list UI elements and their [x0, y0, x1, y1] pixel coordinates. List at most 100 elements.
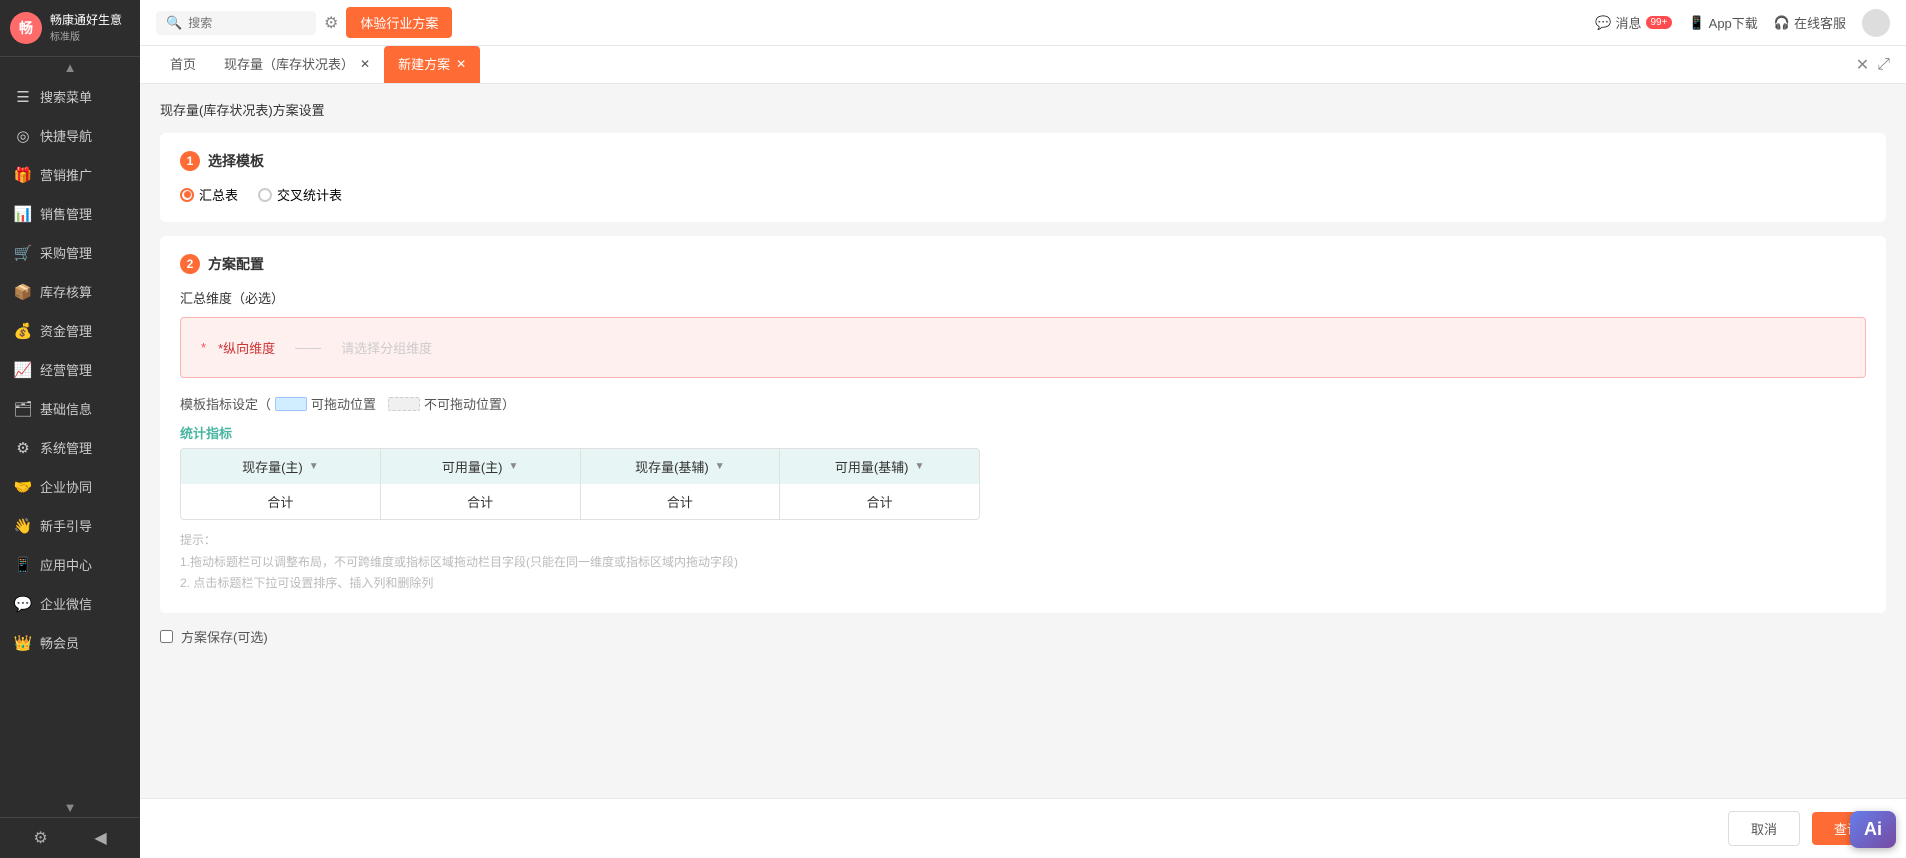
message-btn[interactable]: 💬 消息 99+	[1595, 13, 1672, 32]
message-icon: 💬	[1595, 15, 1611, 31]
member-icon: 👑	[14, 634, 32, 652]
dimension-separator: ——	[295, 340, 321, 355]
ai-badge[interactable]: Ai	[1850, 811, 1896, 848]
topbar-settings-icon[interactable]: ⚙	[324, 13, 338, 33]
step1-text: 选择模板	[208, 151, 264, 171]
dimension-required-area[interactable]: * *纵向维度 —— 请选择分组维度	[180, 317, 1866, 378]
cancel-button[interactable]: 取消	[1728, 811, 1800, 846]
col-arrow-1[interactable]: ▼	[509, 461, 519, 472]
finance-icon: 💰	[14, 322, 32, 340]
radio-cross-circle	[258, 188, 272, 202]
col-body-0: 合计	[181, 484, 381, 519]
col-body-1: 合计	[381, 484, 581, 519]
radio-summary-circle	[180, 188, 194, 202]
tip-item-1: 2. 点击标题栏下拉可设置排序、插入列和删除列	[180, 573, 1866, 595]
tab-inventory-label: 现存量（库存状况表）	[224, 54, 354, 73]
online-service-btn[interactable]: 🎧 在线客服	[1774, 13, 1846, 32]
step1-label: 1 选择模板	[180, 151, 264, 171]
sidebar-nav: ☰ 搜索菜单 ◎ 快捷导航 🎁 营销推广 📊 销售管理 🛒 采购管理 📦 库存核…	[0, 77, 140, 797]
sidebar-scroll-up[interactable]: ▲	[0, 57, 140, 77]
basic-info-icon: 🗂	[14, 400, 32, 418]
tab-inventory[interactable]: 现存量（库存状况表） ✕	[210, 46, 384, 83]
marketing-icon: 🎁	[14, 166, 32, 184]
message-label: 消息	[1615, 13, 1641, 32]
draggable-indicator	[275, 397, 307, 411]
sidebar-item-label: 应用中心	[40, 555, 92, 574]
search-icon: 🔍	[166, 15, 182, 31]
tip-item-0: 1.拖动标题栏可以调整布局，不可跨维度或指标区域拖动栏目字段(只能在同一维度或指…	[180, 552, 1866, 574]
tab-new-plan-close[interactable]: ✕	[456, 57, 466, 71]
stats-table-header: 现存量(主) ▼ 可用量(主) ▼ 现存量(基辅) ▼ 可用量(基辅)	[181, 449, 979, 484]
sidebar-item-inventory[interactable]: 📦 库存核算	[0, 272, 140, 311]
fixed-label: 不可拖动位置）	[424, 394, 515, 413]
tab-inventory-close[interactable]: ✕	[360, 57, 370, 71]
topbar: 🔍 ⚙ 体验行业方案 💬 消息 99+ 📱 App下载 🎧 在线客服	[140, 0, 1906, 46]
sidebar-item-quick-nav[interactable]: ◎ 快捷导航	[0, 116, 140, 155]
content: 现存量(库存状况表)方案设置 1 选择模板 汇总表 交叉统计表 2	[140, 84, 1906, 798]
sidebar-item-purchase[interactable]: 🛒 采购管理	[0, 233, 140, 272]
topbar-right: 💬 消息 99+ 📱 App下载 🎧 在线客服	[1595, 9, 1890, 37]
sidebar-item-marketing[interactable]: 🎁 营销推广	[0, 155, 140, 194]
radio-cross[interactable]: 交叉统计表	[258, 185, 342, 204]
step2-label: 2 方案配置	[180, 254, 264, 274]
col-arrow-2[interactable]: ▼	[715, 461, 725, 472]
tips-title: 提示：	[180, 533, 216, 547]
col-arrow-3[interactable]: ▼	[915, 461, 925, 472]
tabs-right: ✕ ⤢	[1856, 55, 1890, 75]
indicator-config-label: 模板指标设定（	[180, 394, 271, 413]
sidebar-item-sales[interactable]: 📊 销售管理	[0, 194, 140, 233]
col-label-1: 可用量(主)	[442, 457, 503, 476]
dimension-section-label: 汇总维度（必选）	[180, 288, 1866, 307]
weixin-icon: 💬	[14, 595, 32, 613]
tab-home-label: 首页	[170, 54, 196, 73]
sidebar-item-system[interactable]: ⚙ 系统管理	[0, 428, 140, 467]
trial-btn[interactable]: 体验行业方案	[346, 7, 452, 38]
sidebar-item-search[interactable]: ☰ 搜索菜单	[0, 77, 140, 116]
app-center-icon: 📱	[14, 556, 32, 574]
col-arrow-0[interactable]: ▼	[309, 461, 319, 472]
avatar[interactable]	[1862, 9, 1890, 37]
radio-summary[interactable]: 汇总表	[180, 185, 238, 204]
collab-icon: 🤝	[14, 478, 32, 496]
sidebar-item-app-center[interactable]: 📱 应用中心	[0, 545, 140, 584]
template-radio-group: 汇总表 交叉统计表	[180, 185, 1866, 204]
col-header-1[interactable]: 可用量(主) ▼	[381, 449, 581, 484]
save-checkbox[interactable]	[160, 630, 173, 643]
sidebar-item-guide[interactable]: 👋 新手引导	[0, 506, 140, 545]
sidebar-item-label: 经营管理	[40, 360, 92, 379]
sidebar-item-member[interactable]: 👑 畅会员	[0, 623, 140, 662]
search-input[interactable]	[188, 16, 298, 30]
sidebar-scroll-down[interactable]: ▼	[0, 797, 140, 817]
sidebar-item-collab[interactable]: 🤝 企业协同	[0, 467, 140, 506]
online-service-label: 在线客服	[1794, 13, 1846, 32]
app-name: 畅康通好生意	[50, 13, 122, 29]
sidebar-item-label: 系统管理	[40, 438, 92, 457]
main-area: 🔍 ⚙ 体验行业方案 💬 消息 99+ 📱 App下载 🎧 在线客服	[140, 0, 1906, 858]
col-header-3[interactable]: 可用量(基辅) ▼	[780, 449, 979, 484]
collapse-icon[interactable]: ◀	[94, 828, 106, 848]
sidebar-item-basic-info[interactable]: 🗂 基础信息	[0, 389, 140, 428]
required-mark: *	[201, 340, 206, 355]
sidebar-logo: 畅 畅康通好生意 标准版	[0, 0, 140, 57]
search-area[interactable]: 🔍	[156, 11, 316, 35]
save-label: 方案保存(可选)	[181, 627, 268, 646]
sidebar-item-management[interactable]: 📈 经营管理	[0, 350, 140, 389]
topbar-left: 🔍 ⚙ 体验行业方案	[156, 7, 1583, 38]
sidebar-item-weixin[interactable]: 💬 企业微信	[0, 584, 140, 623]
sidebar-item-label: 库存核算	[40, 282, 92, 301]
col-label-2: 现存量(基辅)	[635, 457, 709, 476]
window-close-icon[interactable]: ✕	[1856, 55, 1869, 75]
sidebar-item-label: 畅会员	[40, 633, 79, 652]
col-header-0[interactable]: 现存量(主) ▼	[181, 449, 381, 484]
window-expand-icon[interactable]: ⤢	[1877, 56, 1890, 74]
sidebar-item-finance[interactable]: 💰 资金管理	[0, 311, 140, 350]
sidebar-item-label: 快捷导航	[40, 126, 92, 145]
col-body-3: 合计	[780, 484, 979, 519]
col-header-2[interactable]: 现存量(基辅) ▼	[581, 449, 781, 484]
tab-new-plan[interactable]: 新建方案 ✕	[384, 46, 480, 83]
app-download-btn[interactable]: 📱 App下载	[1688, 13, 1757, 32]
settings-bottom-icon[interactable]: ⚙	[33, 828, 47, 848]
sidebar-item-label: 资金管理	[40, 321, 92, 340]
sidebar-item-label: 企业微信	[40, 594, 92, 613]
tab-home[interactable]: 首页	[156, 46, 210, 83]
